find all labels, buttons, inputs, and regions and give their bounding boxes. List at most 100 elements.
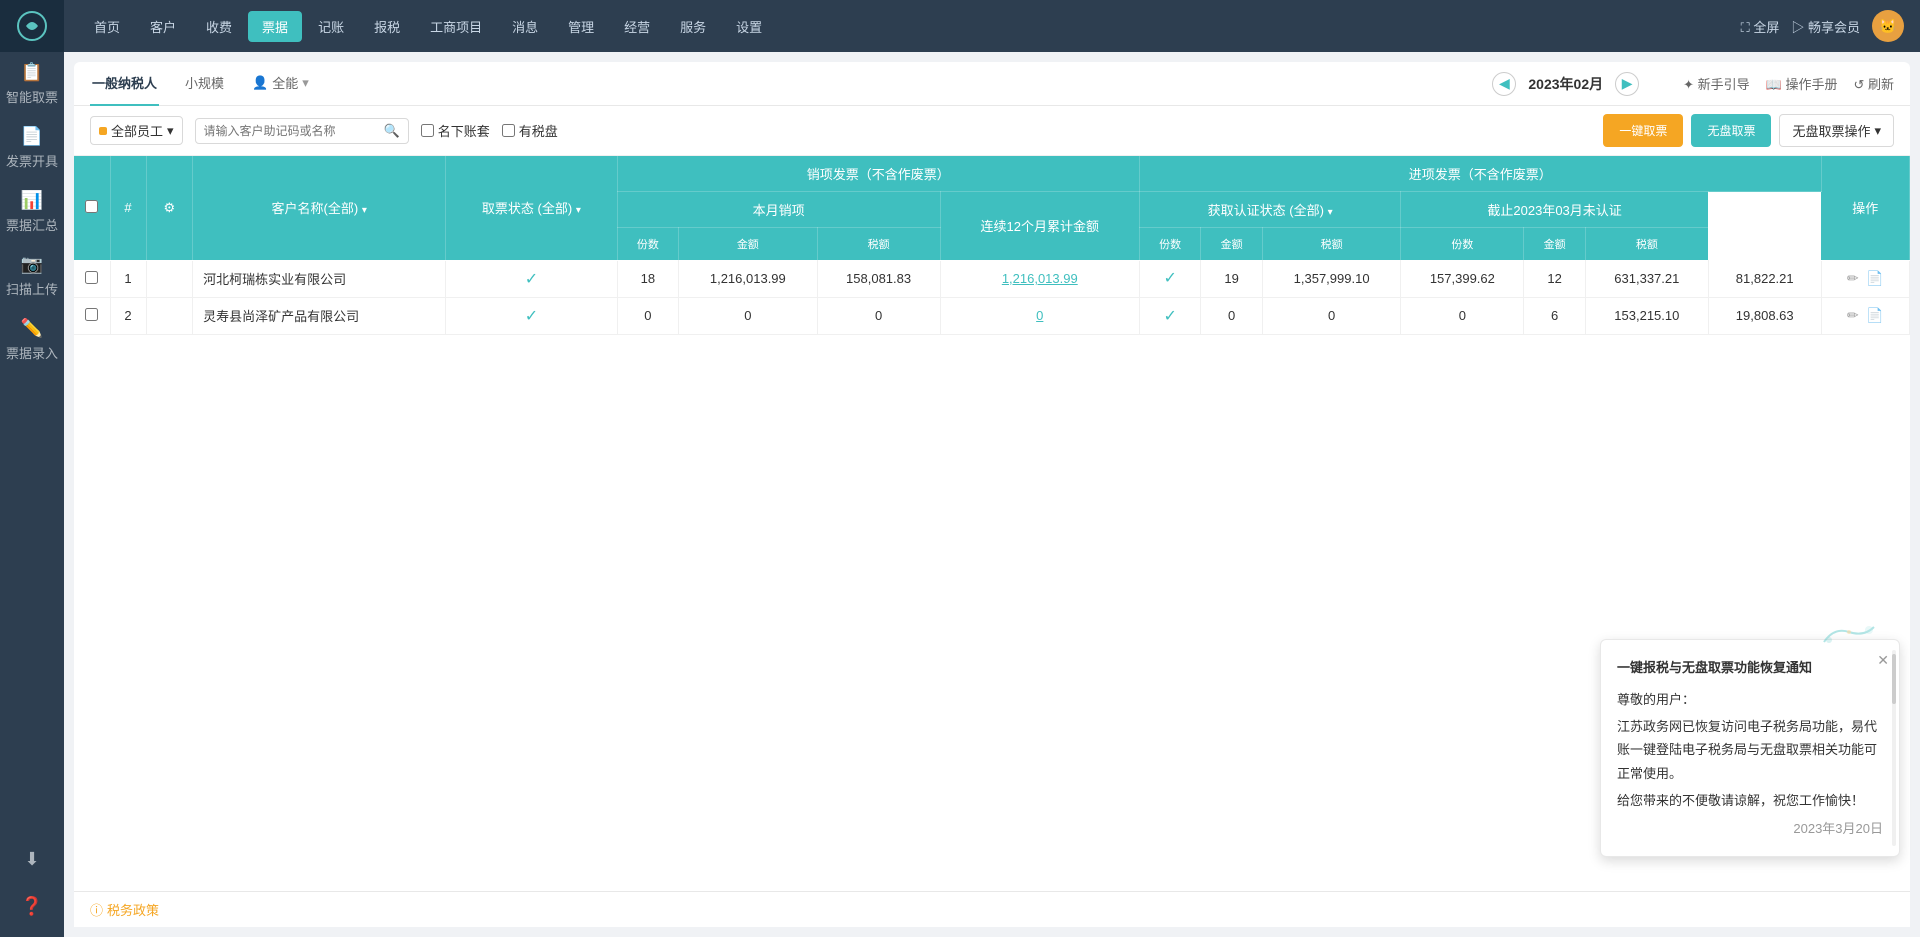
th-checkbox — [74, 156, 110, 260]
employee-filter[interactable]: 全部员工 ▾ — [90, 116, 183, 145]
th-pd-count: 份数 — [1401, 228, 1524, 261]
tab-bar: 一般纳税人 小规模 👤 全能 ▾ ◀ 2023年02月 ▶ ✦ 新手引导 📖 操… — [74, 62, 1910, 106]
no-disk-ops-btn[interactable]: 无盘取票操作 ▾ — [1779, 114, 1894, 147]
prev-month-btn[interactable]: ◀ — [1492, 72, 1516, 96]
tab-right-actions: ✦ 新手引导 📖 操作手册 ↺ 刷新 — [1683, 74, 1894, 93]
tab-all[interactable]: 👤 全能 ▾ — [250, 61, 311, 106]
row2-edit-icon[interactable]: ✏ — [1847, 307, 1859, 323]
row2-pickup-status: ✓ — [446, 297, 617, 334]
table-row: 1 河北柯瑞栋实业有限公司 ✓ 18 1,216,013.99 158,081.… — [74, 260, 1910, 297]
customer-filter-icon[interactable]: ▾ — [362, 205, 367, 216]
fullscreen-btn[interactable]: ⛶ 全屏 — [1741, 17, 1780, 36]
th-sales-group: 销项发票（不含作废票） — [617, 156, 1139, 192]
sidebar-item-help[interactable]: ❓ — [0, 886, 64, 927]
row2-pd-tax: 19,808.63 — [1708, 297, 1821, 334]
notification-date: 2023年3月20日 — [1617, 817, 1883, 840]
notification-close-btn[interactable]: ✕ — [1877, 648, 1889, 673]
employee-dot — [99, 127, 107, 135]
notification-greeting: 尊敬的用户： — [1617, 688, 1883, 711]
settings-icon[interactable]: ⚙ — [164, 200, 176, 215]
th-settings: ⚙ — [146, 156, 193, 260]
current-month-label: 2023年02月 — [1528, 74, 1603, 94]
nav-messages[interactable]: 消息 — [498, 11, 552, 42]
row1-sales-tax: 158,081.83 — [817, 260, 940, 297]
new-guide-btn[interactable]: ✦ 新手引导 — [1683, 74, 1750, 93]
row1-pd-amount: 631,337.21 — [1585, 260, 1708, 297]
sidebar-item-invoice-summary[interactable]: 📊 票据汇总 — [0, 180, 64, 244]
top-nav: 首页 客户 收费 票据 记账 报税 工商项目 消息 管理 经营 服务 设置 ⛶ … — [64, 0, 1920, 52]
row2-detail-icon[interactable]: 📄 — [1866, 307, 1883, 323]
one-key-pickup-btn[interactable]: 一键取票 — [1603, 114, 1683, 147]
row1-pp-amount: 1,357,999.10 — [1262, 260, 1401, 297]
row2-pd-amount: 153,215.10 — [1585, 297, 1708, 334]
my-accounts-filter[interactable]: 名下账套 — [421, 121, 490, 140]
row2-verify-status: ✓ — [1139, 297, 1200, 334]
member-btn[interactable]: ▷ 畅享会员 — [1791, 17, 1860, 36]
pickup-filter-icon[interactable]: ▾ — [576, 205, 581, 216]
user-avatar[interactable]: 🐱 — [1872, 10, 1904, 42]
notification-title: 一键报税与无盘取票功能恢复通知 — [1617, 656, 1883, 679]
nav-invoices[interactable]: 票据 — [248, 11, 302, 42]
row1-actions: ✏ 📄 — [1821, 260, 1909, 297]
tax-policy-link[interactable]: ⓘ 税务政策 — [90, 900, 159, 919]
row2-num: 2 — [110, 297, 146, 334]
row1-edit-icon[interactable]: ✏ — [1847, 270, 1859, 286]
th-pickup-status: 取票状态 (全部) ▾ — [446, 156, 617, 260]
sidebar-item-invoice-open[interactable]: 📄 发票开具 — [0, 116, 64, 180]
row2-pp-amount: 0 — [1262, 297, 1401, 334]
nav-service[interactable]: 服务 — [666, 11, 720, 42]
manual-btn[interactable]: 📖 操作手册 — [1766, 74, 1838, 93]
nav-settings[interactable]: 设置 — [722, 11, 776, 42]
popup-scrollbar-track — [1892, 650, 1896, 846]
row2-actions: ✏ 📄 — [1821, 297, 1909, 334]
notification-popup: ✕ 一键报税与无盘取票功能恢复通知 尊敬的用户： 江苏政务网已恢复访问电子税务局… — [1600, 639, 1900, 857]
nav-bookkeeping[interactable]: 记账 — [304, 11, 358, 42]
th-pd-amount: 金额 — [1524, 228, 1585, 261]
nav-manage[interactable]: 管理 — [554, 11, 608, 42]
no-disk-pickup-btn[interactable]: 无盘取票 — [1691, 114, 1771, 147]
scan-upload-icon: 📷 — [21, 254, 43, 275]
main-table: # ⚙ 客户名称(全部) ▾ 取票状态 (全部) ▾ 销项发票（不含作废票） — [74, 156, 1910, 335]
search-icon[interactable]: 🔍 — [384, 123, 400, 139]
my-accounts-checkbox[interactable] — [421, 124, 434, 137]
row1-settings — [146, 260, 193, 297]
filter-right-buttons: 一键取票 无盘取票 无盘取票操作 ▾ — [1603, 114, 1894, 147]
nav-tax[interactable]: 报税 — [360, 11, 414, 42]
nav-clients[interactable]: 客户 — [136, 11, 190, 42]
nav-business[interactable]: 工商项目 — [416, 11, 496, 42]
row2-pd-count: 6 — [1524, 297, 1585, 334]
refresh-btn[interactable]: ↺ 刷新 — [1853, 74, 1894, 93]
ops-dropdown-icon: ▾ — [1874, 123, 1881, 139]
row2-sales-tax: 0 — [817, 297, 940, 334]
popup-decoration — [1819, 622, 1879, 654]
purchase-filter-icon[interactable]: ▾ — [1328, 207, 1333, 218]
sidebar-item-invoice-entry[interactable]: ✏️ 票据录入 — [0, 308, 64, 372]
sidebar-item-scan-upload[interactable]: 📷 扫描上传 — [0, 244, 64, 308]
table-row: 2 灵寿县尚泽矿产品有限公司 ✓ 0 0 0 0 ✓ 0 0 0 6 153,2… — [74, 297, 1910, 334]
row1-pickup-status: ✓ — [446, 260, 617, 297]
download-icon: ⬇ — [24, 849, 39, 870]
search-input[interactable] — [204, 124, 384, 138]
tab-all-dropdown-icon[interactable]: ▾ — [302, 75, 309, 91]
help-icon: ❓ — [21, 896, 43, 917]
row2-checkbox — [74, 297, 110, 334]
tab-small-scale[interactable]: 小规模 — [183, 61, 226, 106]
select-all-checkbox[interactable] — [85, 200, 98, 213]
th-sales-tax: 税额 — [817, 228, 940, 261]
nav-home[interactable]: 首页 — [80, 11, 134, 42]
tax-disk-filter[interactable]: 有税盘 — [502, 121, 558, 140]
th-pp-amount: 金额 — [1201, 228, 1262, 261]
sidebar-item-smart-pickup[interactable]: 📋 智能取票 — [0, 52, 64, 116]
th-pp-tax: 税额 — [1262, 228, 1401, 261]
row1-cumulative: 1,216,013.99 — [940, 260, 1139, 297]
tab-general-taxpayer[interactable]: 一般纳税人 — [90, 61, 159, 106]
notification-apology: 给您带来的不便敬请谅解，祝您工作愉快！ — [1617, 789, 1883, 812]
row1-detail-icon[interactable]: 📄 — [1866, 270, 1883, 286]
nav-operations[interactable]: 经营 — [610, 11, 664, 42]
th-num: # — [110, 156, 146, 260]
sidebar-item-download[interactable]: ⬇ — [0, 839, 64, 880]
nav-billing[interactable]: 收费 — [192, 11, 246, 42]
next-month-btn[interactable]: ▶ — [1615, 72, 1639, 96]
topnav-right: ⛶ 全屏 ▷ 畅享会员 🐱 — [1741, 10, 1904, 42]
tax-disk-checkbox[interactable] — [502, 124, 515, 137]
